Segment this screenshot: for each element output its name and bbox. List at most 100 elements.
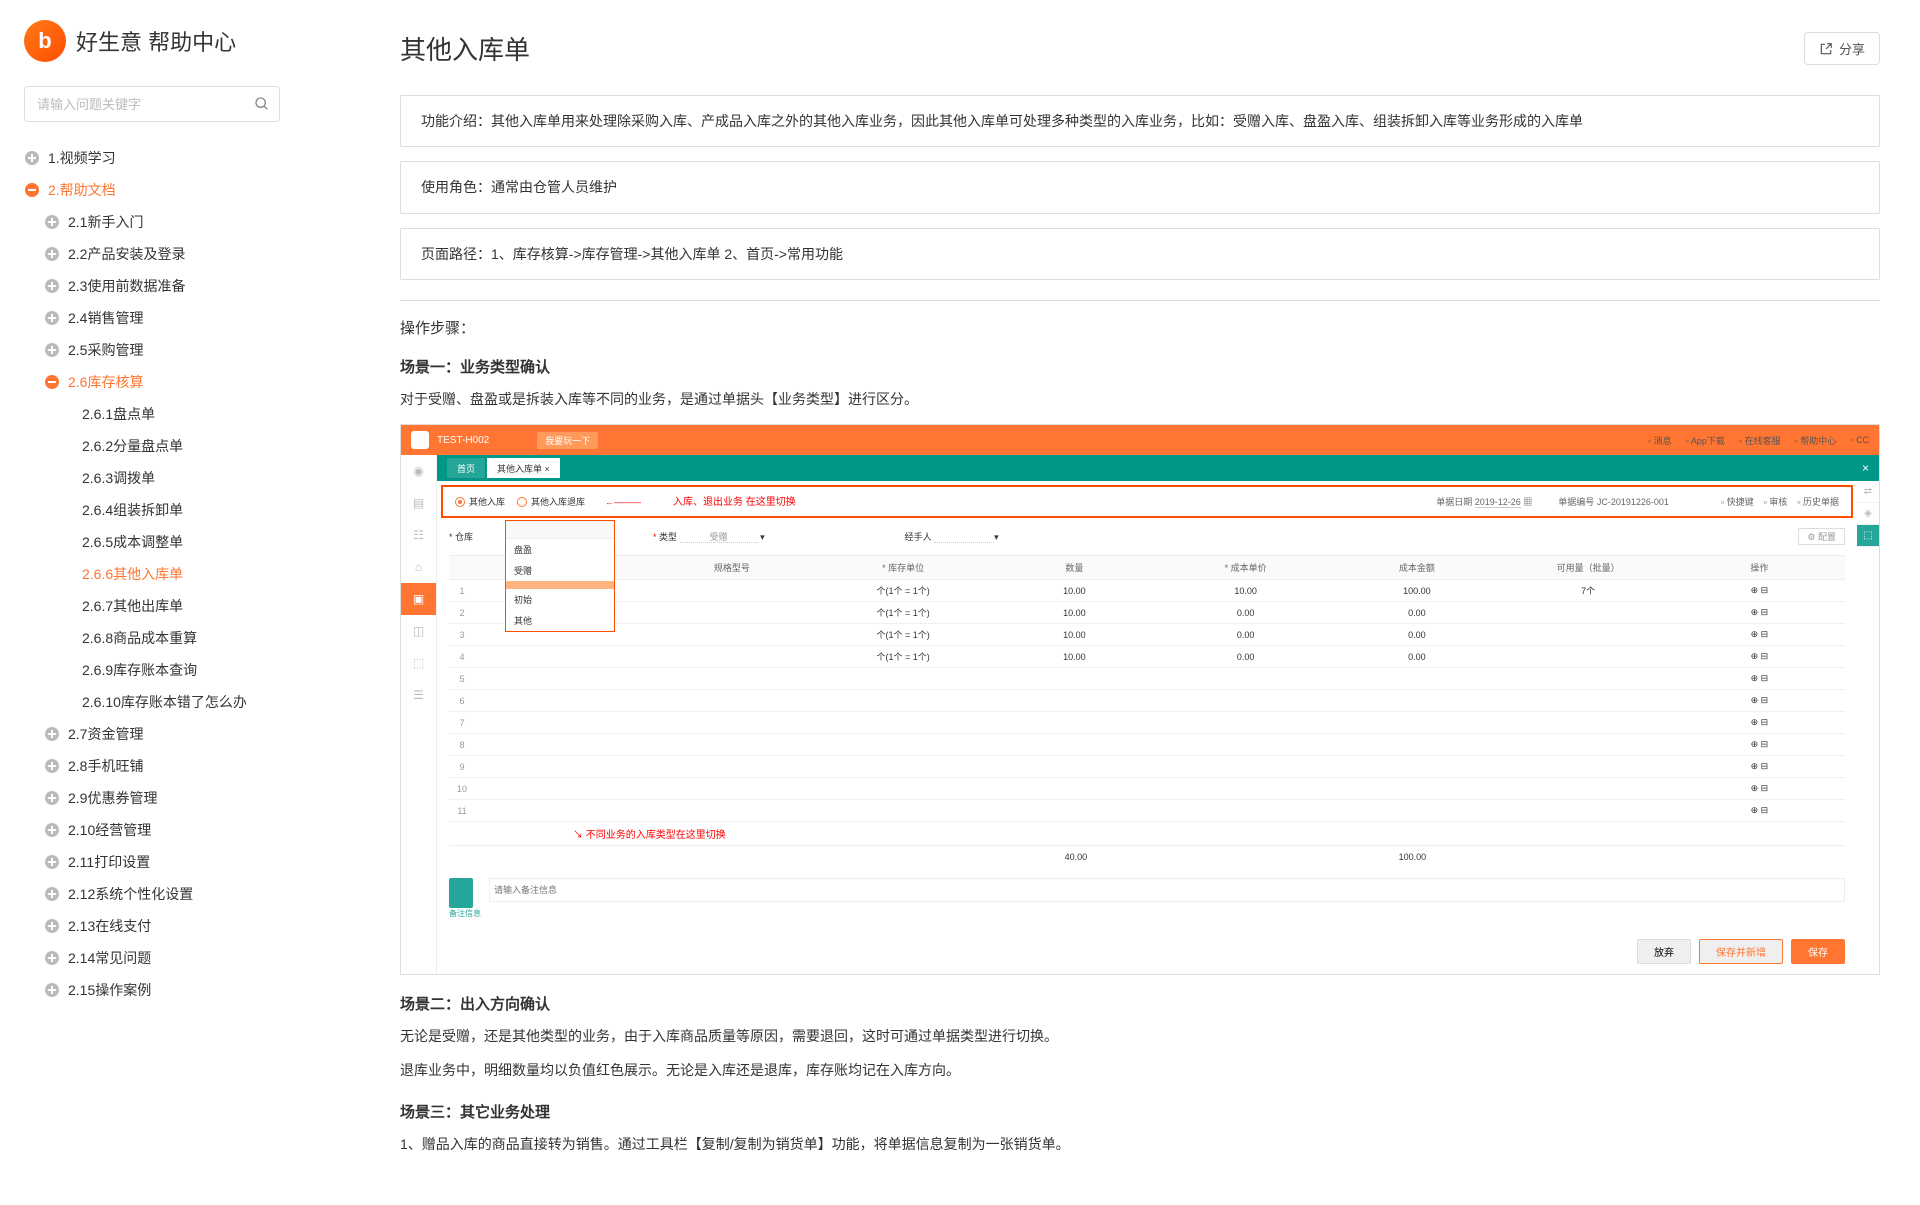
- nav-item[interactable]: 2.15操作案例: [24, 974, 280, 1006]
- logo-text: 好生意 帮助中心: [76, 25, 236, 57]
- close-icon[interactable]: ×: [1862, 461, 1869, 475]
- nav-item[interactable]: 2.6.5成本调整单: [24, 526, 280, 558]
- logo[interactable]: b 好生意 帮助中心: [24, 20, 280, 62]
- table-row[interactable]: 7⊕ ⊟: [449, 712, 1845, 734]
- nav-item[interactable]: 2.9优惠券管理: [24, 782, 280, 814]
- plus-icon: [44, 278, 60, 294]
- logo-icon: b: [24, 20, 66, 62]
- table-row[interactable]: 6⊕ ⊟: [449, 690, 1845, 712]
- plus-icon: [44, 918, 60, 934]
- plus-icon: [44, 886, 60, 902]
- scene3-text: 1、赠品入库的商品直接转为销售。通过工具栏【复制/复制为销货单】功能，将单据信息…: [400, 1132, 1880, 1157]
- nav-item[interactable]: 2.5采购管理: [24, 334, 280, 366]
- search-icon[interactable]: [254, 96, 270, 112]
- ss-toolbar-item[interactable]: ▫ 审核: [1764, 495, 1788, 508]
- nav-item[interactable]: 2.6.7其他出库单: [24, 590, 280, 622]
- ss-table: * 商品规格型号* 库存单位数量* 成本单价成本金额可用量（批量）操作 1个(1…: [449, 555, 1845, 868]
- table-row[interactable]: 3个(1个 = 1个)10.000.000.00⊕ ⊟: [449, 624, 1845, 646]
- ss-col-header: * 成本单价: [1160, 556, 1331, 579]
- plus-icon: [44, 790, 60, 806]
- ss-nav-icon[interactable]: ⬚: [401, 647, 436, 679]
- ss-toolbar-item[interactable]: ▫ 历史单据: [1797, 495, 1839, 508]
- ss-top-link[interactable]: ◦ 帮助中心: [1795, 434, 1837, 447]
- nav-item[interactable]: 2.14常见问题: [24, 942, 280, 974]
- tool-icon[interactable]: ⬚: [1857, 525, 1879, 547]
- ss-nav-icon[interactable]: ☰: [401, 679, 436, 711]
- ss-memo: 备注信息: [449, 878, 1845, 919]
- ss-nav-icon[interactable]: ☷: [401, 519, 436, 551]
- nav-item[interactable]: 2.6.9库存账本查询: [24, 654, 280, 686]
- table-row[interactable]: 9⊕ ⊟: [449, 756, 1845, 778]
- nav-label: 2.12系统个性化设置: [68, 884, 193, 904]
- ss-tab[interactable]: 其他入库单 ×: [487, 458, 560, 478]
- ss-config-btn[interactable]: ⚙ 配置: [1798, 528, 1845, 545]
- nav-item[interactable]: 2.4销售管理: [24, 302, 280, 334]
- nav-label: 2.8手机旺铺: [68, 756, 143, 776]
- ss-nav-icon[interactable]: ▤: [401, 487, 436, 519]
- ss-total: 40.00 100.00: [449, 845, 1845, 868]
- arrow-icon: ←———: [605, 497, 641, 507]
- ss-nav-icon[interactable]: ◉: [401, 455, 436, 487]
- nav-item[interactable]: 2.11打印设置: [24, 846, 280, 878]
- nav-item[interactable]: 2.2产品安装及登录: [24, 238, 280, 270]
- ss-left-nav: ◉ ▤ ☷ ⌂ ▣ ◫ ⬚ ☰: [401, 455, 437, 974]
- nav-item[interactable]: 2.13在线支付: [24, 910, 280, 942]
- nav-label: 2.6.10库存账本错了怎么办: [82, 692, 247, 712]
- nav-item[interactable]: 2.1新手入门: [24, 206, 280, 238]
- nav-label: 2.6.6其他入库单: [82, 564, 183, 584]
- ss-save-btn[interactable]: 保存: [1791, 939, 1845, 964]
- table-row[interactable]: 2个(1个 = 1个)10.000.000.00⊕ ⊟: [449, 602, 1845, 624]
- nav-item[interactable]: 2.3使用前数据准备: [24, 270, 280, 302]
- nav-item[interactable]: 2.6.8商品成本重算: [24, 622, 280, 654]
- ss-dropdown[interactable]: 盘盈 受赠 初始 其他: [505, 520, 615, 632]
- ss-top-link[interactable]: ◦ 消息: [1648, 434, 1672, 447]
- nav-item[interactable]: 2.10经营管理: [24, 814, 280, 846]
- table-row[interactable]: 11⊕ ⊟: [449, 800, 1845, 822]
- role-label: 使用角色：: [421, 179, 491, 195]
- nav-label: 2.1新手入门: [68, 212, 143, 232]
- nav-item[interactable]: 2.帮助文档: [24, 174, 280, 206]
- table-row[interactable]: 10⊕ ⊟: [449, 778, 1845, 800]
- ss-radio-return[interactable]: 其他入库退库: [517, 495, 585, 508]
- nav-item[interactable]: 2.6库存核算: [24, 366, 280, 398]
- nav-item[interactable]: 2.6.2分量盘点单: [24, 430, 280, 462]
- nav-item[interactable]: 2.12系统个性化设置: [24, 878, 280, 910]
- nav-label: 2.13在线支付: [68, 916, 151, 936]
- ss-nav-icon[interactable]: ◫: [401, 615, 436, 647]
- ss-toolbar-item[interactable]: ▫ 快捷键: [1721, 495, 1754, 508]
- nav-item[interactable]: 2.8手机旺铺: [24, 750, 280, 782]
- ss-radio-in[interactable]: 其他入库: [455, 495, 505, 508]
- path-text: 1、库存核算->库存管理->其他入库单 2、首页->常用功能: [491, 246, 843, 262]
- table-row[interactable]: 1个(1个 = 1个)10.0010.00100.007个⊕ ⊟: [449, 580, 1845, 602]
- nav-item[interactable]: 2.6.3调拨单: [24, 462, 280, 494]
- nav-item[interactable]: 2.6.10库存账本错了怎么办: [24, 686, 280, 718]
- nav-item[interactable]: 2.6.1盘点单: [24, 398, 280, 430]
- ss-toolbar: ▫ 快捷键 ▫ 审核 ▫ 历史单据: [1721, 495, 1839, 508]
- nav-item[interactable]: 2.6.4组装拆卸单: [24, 494, 280, 526]
- tool-icon[interactable]: ◈: [1857, 503, 1879, 525]
- ss-tab[interactable]: 首页: [447, 458, 485, 478]
- ss-top-button[interactable]: 我要玩一下: [537, 432, 598, 449]
- ss-save-add-btn[interactable]: 保存并新增: [1699, 939, 1783, 964]
- ss-form-row: * 仓库 盘盈 受赠 初始 其他 * 类型 受赠 ▾: [437, 522, 1857, 551]
- plus-icon: [44, 854, 60, 870]
- nav-item[interactable]: 2.6.6其他入库单: [24, 558, 280, 590]
- ss-nav-icon[interactable]: ⌂: [401, 551, 436, 583]
- ss-type-row: 其他入库 其他入库退库 ←——— 入库、退出业务 在这里切换 单据日期 2019…: [441, 485, 1853, 518]
- search-input[interactable]: [24, 86, 280, 122]
- ss-top-link[interactable]: ◦ 在线客服: [1739, 434, 1781, 447]
- tool-icon[interactable]: ⇄: [1857, 481, 1879, 503]
- nav-item[interactable]: 2.7资金管理: [24, 718, 280, 750]
- ss-discard-btn[interactable]: 放弃: [1637, 939, 1691, 964]
- ss-nav-icon[interactable]: ▣: [401, 583, 436, 615]
- nav-item[interactable]: 1.视频学习: [24, 142, 280, 174]
- ss-type-label: * 类型 受赠 ▾: [653, 530, 765, 543]
- ss-top-link[interactable]: ◦ CC: [1850, 435, 1869, 445]
- ss-memo-input[interactable]: [489, 878, 1845, 902]
- table-row[interactable]: 5⊕ ⊟: [449, 668, 1845, 690]
- ss-col-header: 数量: [989, 556, 1160, 579]
- table-row[interactable]: 4个(1个 = 1个)10.000.000.00⊕ ⊟: [449, 646, 1845, 668]
- table-row[interactable]: 8⊕ ⊟: [449, 734, 1845, 756]
- share-button[interactable]: 分享: [1804, 32, 1880, 65]
- ss-top-link[interactable]: ◦ App下载: [1686, 434, 1725, 447]
